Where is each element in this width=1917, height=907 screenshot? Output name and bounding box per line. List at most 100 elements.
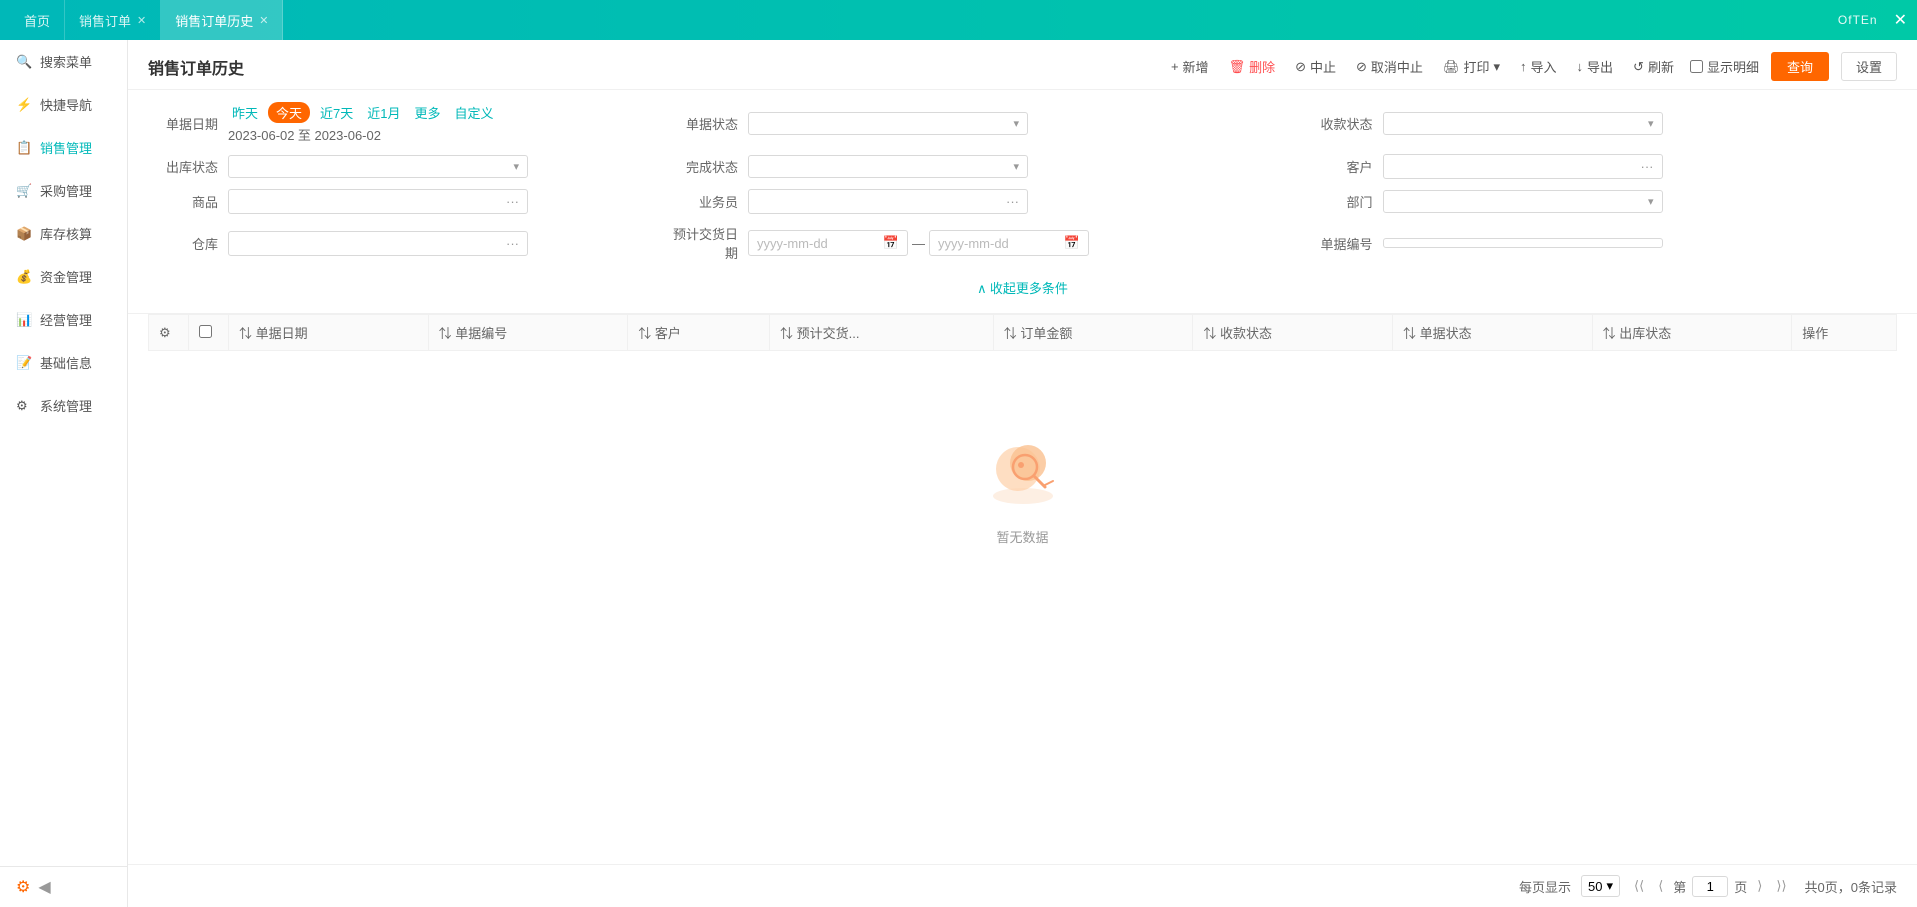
dept-label: 部门 (1303, 192, 1383, 211)
top-bar-close-icon[interactable]: ✕ (1894, 10, 1907, 30)
1month-btn[interactable]: 近1月 (363, 102, 404, 123)
sidebar-item-label: 采购管理 (40, 181, 92, 200)
print-dropdown-icon: ▾ (1493, 59, 1500, 75)
more-btn[interactable]: 更多 (411, 102, 445, 123)
th-ship-status: ⇅ 出库状态 (1592, 315, 1792, 351)
table-header: ⚙ ⇅ 单据日期 ⇅ 单据编号 (149, 315, 1897, 351)
inventory-icon: 📦 (16, 226, 32, 242)
content-area: 销售订单历史 + 新增 🗑 删除 ⊘ 中止 ⊘ 取消中止 (128, 40, 1917, 907)
show-detail-checkbox[interactable]: 显示明细 (1690, 57, 1759, 76)
sidebar-item-purchase-mgmt[interactable]: 🛒 采购管理 (0, 169, 127, 212)
calendar-to-icon[interactable]: 📅 (1064, 235, 1080, 251)
per-page-select[interactable]: 50 ▾ (1581, 875, 1620, 897)
often-label: OfTEn (1838, 13, 1878, 27)
current-page-input[interactable] (1692, 876, 1728, 897)
filter-row-2: 出库状态 ▾ 完成状态 ▾ 客户 (148, 154, 1897, 179)
page-header: 销售订单历史 + 新增 🗑 删除 ⊘ 中止 ⊘ 取消中止 (128, 40, 1917, 90)
bill-status-select[interactable]: ▾ (748, 112, 1028, 135)
yesterday-btn[interactable]: 昨天 (228, 102, 262, 123)
ship-status-select[interactable]: ▾ (228, 155, 528, 178)
warehouse-dots-icon[interactable]: ··· (506, 236, 519, 251)
dept-select[interactable]: ▾ (1383, 190, 1663, 213)
customer-input[interactable]: ··· (1383, 154, 1663, 179)
sidebar-item-sales-mgmt[interactable]: 📋 销售管理 (0, 126, 127, 169)
collapse-bar[interactable]: ∧ 收起更多条件 (148, 272, 1897, 301)
warehouse-group: 仓库 ··· (148, 231, 628, 256)
product-label: 商品 (148, 192, 228, 211)
sidebar-item-search-menu[interactable]: 🔍 搜索菜单 (0, 40, 127, 83)
close-sales-order-history-tab[interactable]: ✕ (259, 14, 268, 27)
sidebar-item-label: 快捷导航 (40, 95, 92, 114)
filter-area: 单据日期 昨天 今天 近7天 近1月 更多 自定义 2023-06-02 (128, 90, 1917, 314)
th-bill-no: ⇅ 单据编号 (428, 315, 628, 351)
tab-sales-order[interactable]: 销售订单 ✕ (65, 0, 161, 40)
sidebar-item-label: 库存核算 (40, 224, 92, 243)
salesperson-group: 业务员 ··· (668, 189, 1263, 214)
export-button[interactable]: ↓ 导出 (1573, 55, 1618, 78)
next-page-btn[interactable]: ⟩ (1753, 876, 1766, 896)
salesperson-dots-icon[interactable]: ··· (1006, 194, 1019, 209)
calendar-from-icon[interactable]: 📅 (883, 235, 899, 251)
setting-button[interactable]: 设置 (1841, 52, 1897, 81)
sidebar-item-system[interactable]: ⚙ 系统管理 (0, 384, 127, 427)
show-detail-input[interactable] (1690, 60, 1703, 73)
custom-btn[interactable]: 自定义 (451, 102, 498, 123)
sidebar-item-inventory[interactable]: 📦 库存核算 (0, 212, 127, 255)
settings-bottom-icon[interactable]: ⚙ (16, 877, 30, 897)
salesperson-input[interactable]: ··· (748, 189, 1028, 214)
date-filter-label: 单据日期 (148, 114, 228, 133)
th-customer: ⇅ 客户 (628, 315, 770, 351)
filter-row-4: 仓库 ··· 预计交货日期 yyyy-mm-dd 📅 — yyyy-mm-dd (148, 224, 1897, 262)
dept-arrow-icon: ▾ (1648, 195, 1654, 208)
collapse-icon: ∧ (977, 281, 987, 296)
stop-button[interactable]: ⊘ 中止 (1291, 55, 1340, 78)
th-date: ⇅ 单据日期 (229, 315, 429, 351)
main-layout: 🔍 搜索菜单 ⚡ 快捷导航 📋 销售管理 🛒 采购管理 📦 库存核算 💰 资金管… (0, 40, 1917, 907)
purchase-mgmt-icon: 🛒 (16, 183, 32, 199)
collapse-sidebar-icon[interactable]: ◀ (38, 877, 50, 897)
sidebar-item-finance[interactable]: 💰 资金管理 (0, 255, 127, 298)
collection-status-select[interactable]: ▾ (1383, 112, 1663, 135)
tab-sales-order-history[interactable]: 销售订单历史 ✕ (161, 0, 283, 40)
sidebar-item-quick-nav[interactable]: ⚡ 快捷导航 (0, 83, 127, 126)
close-sales-order-tab[interactable]: ✕ (137, 14, 146, 27)
empty-state: 暂无数据 (148, 351, 1897, 626)
table-area: ⚙ ⇅ 单据日期 ⇅ 单据编号 (128, 314, 1917, 864)
system-icon: ⚙ (16, 398, 32, 414)
query-button[interactable]: 查询 (1771, 52, 1829, 81)
cancel-stop-button[interactable]: ⊘ 取消中止 (1352, 55, 1427, 78)
new-icon: + (1171, 59, 1179, 74)
bill-no-input[interactable] (1383, 238, 1663, 248)
last-page-btn[interactable]: ⟩⟩ (1772, 876, 1790, 896)
per-page-label: 每页显示 (1519, 877, 1571, 896)
import-button[interactable]: ↑ 导入 (1516, 55, 1561, 78)
customer-dots-icon[interactable]: ··· (1641, 159, 1654, 174)
print-icon: 🖨 (1443, 59, 1460, 75)
product-input[interactable]: ··· (228, 189, 528, 214)
tab-area: + 新增 首页 销售订单 ✕ 销售订单历史 ✕ (10, 0, 1838, 40)
th-checkbox[interactable] (189, 315, 229, 351)
first-page-btn[interactable]: ⟨⟨ (1630, 876, 1648, 896)
complete-status-arrow-icon: ▾ (1013, 160, 1019, 173)
delivery-date-to-input[interactable]: yyyy-mm-dd 📅 (929, 230, 1089, 256)
print-button[interactable]: 🖨 打印 ▾ (1439, 55, 1504, 78)
refresh-button[interactable]: ↺ 刷新 (1629, 55, 1678, 78)
tab-home[interactable]: + 新增 首页 (10, 0, 65, 40)
select-all-checkbox[interactable] (199, 325, 212, 338)
column-settings-icon[interactable]: ⚙ (159, 325, 171, 340)
complete-status-select[interactable]: ▾ (748, 155, 1028, 178)
sidebar-item-operations[interactable]: 📊 经营管理 (0, 298, 127, 341)
stop-icon: ⊘ (1295, 59, 1306, 75)
product-dots-icon[interactable]: ··· (506, 194, 519, 209)
warehouse-input[interactable]: ··· (228, 231, 528, 256)
delete-button[interactable]: 🗑 删除 (1225, 55, 1280, 78)
date-range-display: 2023-06-02 至 2023-06-02 (228, 125, 498, 144)
sidebar-item-basic-info[interactable]: 📝 基础信息 (0, 341, 127, 384)
7days-btn[interactable]: 近7天 (316, 102, 357, 123)
today-btn[interactable]: 今天 (268, 102, 310, 123)
refresh-icon: ↺ (1633, 59, 1644, 75)
th-settings[interactable]: ⚙ (149, 315, 189, 351)
prev-page-btn[interactable]: ⟨ (1654, 876, 1667, 896)
new-button[interactable]: + 新增 (1167, 55, 1213, 78)
delivery-date-from-input[interactable]: yyyy-mm-dd 📅 (748, 230, 908, 256)
